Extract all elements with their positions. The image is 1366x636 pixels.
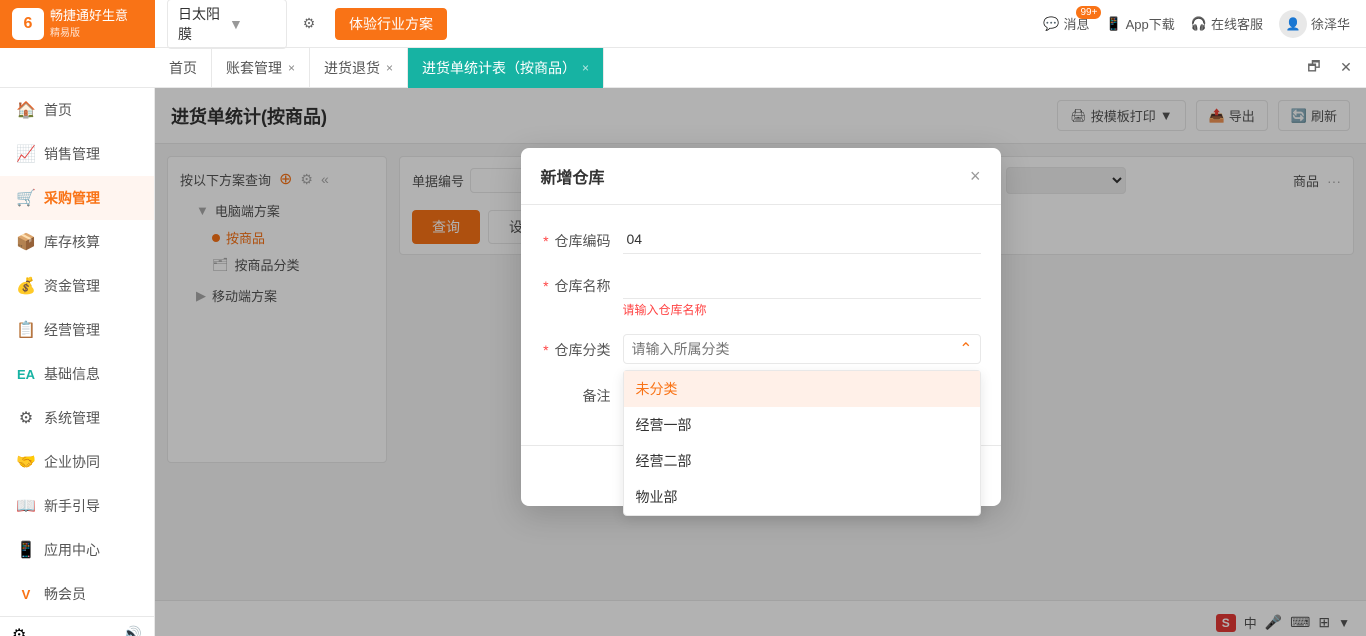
tab-purchase-stats[interactable]: 进货单统计表（按商品） × [408, 48, 604, 88]
sidebar-item-purchase-label: 采购管理 [44, 188, 100, 208]
add-warehouse-dialog: 新增仓库 × * 仓库编码 [521, 148, 1001, 506]
sidebar-item-app-center[interactable]: 📱 应用中心 [0, 528, 154, 572]
sidebar-item-inventory-label: 库存核算 [44, 232, 100, 252]
sidebar-item-enterprise-label: 企业协同 [44, 452, 100, 472]
enterprise-icon: 🤝 [16, 452, 36, 472]
system-icon: ⚙ [16, 408, 36, 428]
sidebar: 🏠 首页 📈 销售管理 🛒 采购管理 📦 库存核算 💰 资金管理 📋 经营管理 … [0, 88, 155, 636]
sidebar-item-enterprise[interactable]: 🤝 企业协同 [0, 440, 154, 484]
sidebar-item-inventory[interactable]: 📦 库存核算 [0, 220, 154, 264]
sidebar-item-guide[interactable]: 📖 新手引导 [0, 484, 154, 528]
settings-icon[interactable]: ⚙ [295, 10, 323, 38]
sidebar-item-sales[interactable]: 📈 销售管理 [0, 132, 154, 176]
category-dropdown: 未分类 经营一部 经营二部 物业部 [623, 370, 981, 516]
app-download-label: App下载 [1126, 14, 1175, 33]
logo-name: 畅捷通好生意 [50, 8, 128, 25]
warehouse-category-input[interactable] [623, 334, 981, 364]
tab-purchase-stats-label: 进货单统计表（按商品） [422, 58, 576, 78]
tab-purchase-return-label: 进货退货 [324, 58, 380, 78]
sidebar-item-purchase[interactable]: 🛒 采购管理 [0, 176, 154, 220]
dialog-header: 新增仓库 × [521, 148, 1001, 205]
app-center-icon: 📱 [16, 540, 36, 560]
inventory-icon: 📦 [16, 232, 36, 252]
warehouse-name-value: 请输入仓库名称 [623, 270, 981, 318]
member-icon: V [16, 587, 36, 602]
warehouse-category-row: * 仓库分类 ⌃ 未分类 经营一部 经营二部 物业部 [541, 334, 981, 364]
sidebar-item-finance-label: 资金管理 [44, 276, 100, 296]
tab-home[interactable]: 首页 [155, 48, 212, 88]
avatar: 👤 [1279, 10, 1307, 38]
logo-icon: 6 [12, 8, 44, 40]
sidebar-item-home[interactable]: 🏠 首页 [0, 88, 154, 132]
sidebar-item-system[interactable]: ⚙ 系统管理 [0, 396, 154, 440]
sidebar-item-sales-label: 销售管理 [44, 144, 100, 164]
sidebar-collapse-icon[interactable]: 🔊 [122, 625, 142, 636]
dialog-close-btn[interactable]: × [970, 166, 981, 187]
tab-close-all-btn[interactable]: ✕ [1334, 56, 1358, 80]
sidebar-item-member-label: 畅会员 [44, 584, 86, 604]
sidebar-item-app-center-label: 应用中心 [44, 540, 100, 560]
basic-info-icon: EA [16, 367, 36, 382]
sidebar-item-system-label: 系统管理 [44, 408, 100, 428]
sidebar-item-finance[interactable]: 💰 资金管理 [0, 264, 154, 308]
purchase-icon: 🛒 [16, 188, 36, 208]
sidebar-item-home-label: 首页 [44, 100, 72, 120]
warehouse-code-value [623, 225, 981, 254]
online-service-label: 在线客服 [1211, 14, 1263, 33]
sidebar-item-basic-info[interactable]: EA 基础信息 [0, 352, 154, 396]
dialog-body: * 仓库编码 * 仓库名称 [521, 205, 1001, 445]
home-icon: 🏠 [16, 100, 36, 120]
category-option-2[interactable]: 经营二部 [624, 443, 980, 479]
warehouse-category-label: * 仓库分类 [541, 334, 611, 360]
category-option-0[interactable]: 未分类 [624, 371, 980, 407]
tab-restore-btn[interactable]: 🗗 [1302, 56, 1326, 80]
category-option-1[interactable]: 经营一部 [624, 407, 980, 443]
guide-icon: 📖 [16, 496, 36, 516]
message-icon[interactable]: 💬 消息 99+ [1043, 14, 1089, 33]
sidebar-bottom: ⚙ 🔊 [0, 616, 154, 636]
store-dropdown-icon: ▼ [229, 16, 276, 32]
trial-button[interactable]: 体验行业方案 [335, 8, 447, 40]
tab-purchase-return-close[interactable]: × [386, 61, 393, 75]
sidebar-settings-icon[interactable]: ⚙ [12, 625, 26, 636]
warehouse-name-error: 请输入仓库名称 [623, 301, 981, 318]
operations-icon: 📋 [16, 320, 36, 340]
warehouse-code-label: * 仓库编码 [541, 225, 611, 251]
finance-icon: 💰 [16, 276, 36, 296]
store-selector[interactable]: 日太阳膜 ▼ [167, 0, 287, 49]
user-menu[interactable]: 👤 徐泽华 [1279, 10, 1350, 38]
nav-tabs: 首页 账套管理 × 进货退货 × 进货单统计表（按商品） × 🗗 ✕ [0, 48, 1366, 88]
dialog-title: 新增仓库 [541, 164, 605, 188]
warehouse-code-row: * 仓库编码 [541, 225, 981, 254]
sidebar-item-member[interactable]: V 畅会员 [0, 572, 154, 616]
app-download[interactable]: 📱 App下载 [1105, 14, 1174, 33]
warehouse-name-label: * 仓库名称 [541, 270, 611, 296]
warehouse-name-input[interactable] [623, 270, 981, 299]
warehouse-code-input[interactable] [623, 225, 981, 254]
user-name: 徐泽华 [1311, 14, 1350, 33]
sidebar-item-operations[interactable]: 📋 经营管理 [0, 308, 154, 352]
content-area: 进货单统计(按商品) 🖨 按模板打印 ▼ 📤 导出 🔄 刷新 [155, 88, 1366, 636]
logo-sub: 精易版 [50, 24, 128, 39]
tab-accounts-close[interactable]: × [288, 61, 295, 75]
tab-purchase-return[interactable]: 进货退货 × [310, 48, 408, 88]
message-badge: 99+ [1076, 6, 1101, 19]
sidebar-item-basic-info-label: 基础信息 [44, 364, 100, 384]
store-name: 日太阳膜 [178, 4, 225, 44]
modal-overlay: 新增仓库 × * 仓库编码 [155, 88, 1366, 636]
warehouse-name-row: * 仓库名称 请输入仓库名称 [541, 270, 981, 318]
logo-area: 6 畅捷通好生意 精易版 [0, 0, 155, 48]
warehouse-category-value: ⌃ 未分类 经营一部 经营二部 物业部 [623, 334, 981, 364]
remark-label: 备注 [541, 380, 611, 406]
category-option-3[interactable]: 物业部 [624, 479, 980, 515]
tab-home-label: 首页 [169, 58, 197, 78]
tab-accounts[interactable]: 账套管理 × [212, 48, 310, 88]
tab-purchase-stats-close[interactable]: × [582, 61, 589, 75]
sales-icon: 📈 [16, 144, 36, 164]
online-service[interactable]: 🎧 在线客服 [1191, 14, 1263, 33]
tab-accounts-label: 账套管理 [226, 58, 282, 78]
sidebar-item-operations-label: 经营管理 [44, 320, 100, 340]
sidebar-item-guide-label: 新手引导 [44, 496, 100, 516]
